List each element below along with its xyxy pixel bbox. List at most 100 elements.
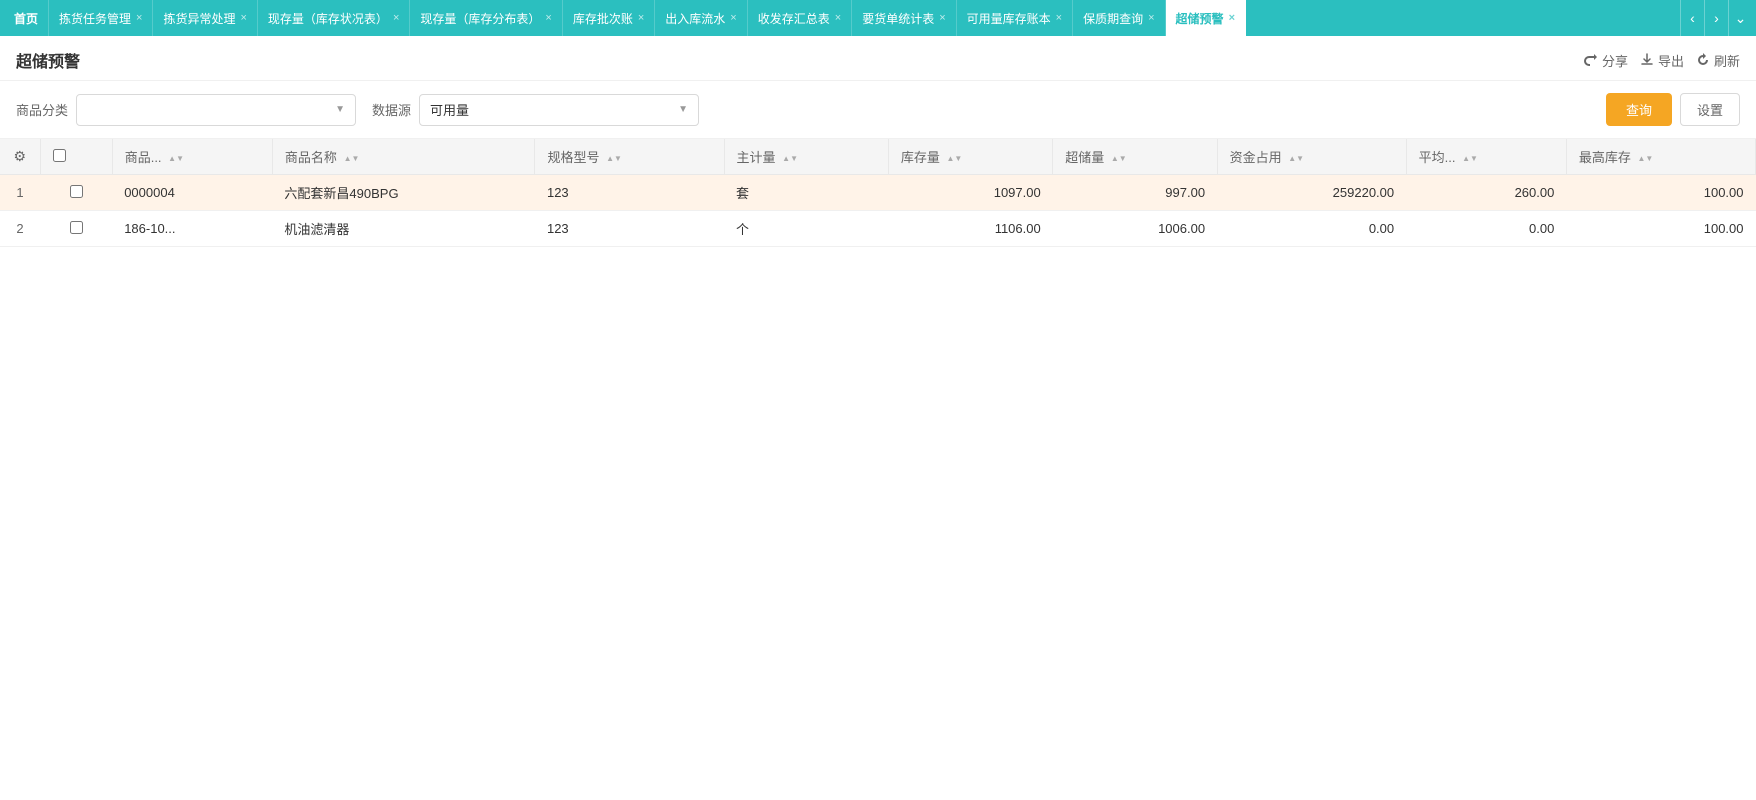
row-over-stock: 1006.00 — [1053, 211, 1217, 247]
row-stock: 1106.00 — [888, 211, 1052, 247]
th-stock: 库存量 ▲▼ — [888, 139, 1052, 175]
query-button[interactable]: 查询 — [1606, 93, 1672, 126]
th-unit-label: 主计量 — [737, 150, 776, 165]
header-actions: 分享 导出 刷新 — [1584, 51, 1740, 70]
sort-product-code-icon[interactable]: ▲▼ — [168, 155, 184, 163]
table-row: 1 0000004 六配套新昌490BPG 123 套 1097.00 997.… — [0, 175, 1756, 211]
nav-tab-8[interactable]: 要货单统计表 × — [852, 0, 956, 36]
nav-tab-9[interactable]: 可用量库存账本 × — [957, 0, 1073, 36]
share-label: 分享 — [1602, 51, 1628, 70]
row-capital: 259220.00 — [1217, 175, 1406, 211]
export-button[interactable]: 导出 — [1640, 51, 1684, 70]
nav-tab-7[interactable]: 收发存汇总表 × — [748, 0, 852, 36]
row-over-stock: 997.00 — [1053, 175, 1217, 211]
table-settings-icon[interactable]: ⚙ — [13, 148, 26, 164]
nav-tab-6-label: 出入库流水 — [665, 10, 725, 27]
th-avg: 平均... ▲▼ — [1406, 139, 1566, 175]
sort-product-name-icon[interactable]: ▲▼ — [344, 155, 360, 163]
nav-tab-9-close[interactable]: × — [1056, 12, 1062, 24]
share-button[interactable]: 分享 — [1584, 51, 1628, 70]
page-container: 超储预警 分享 导出 刷新 商品 — [0, 36, 1756, 800]
sort-avg-icon[interactable]: ▲▼ — [1462, 155, 1478, 163]
row-spec: 123 — [535, 211, 724, 247]
nav-tab-1-label: 拣货任务管理 — [59, 10, 131, 27]
refresh-icon — [1696, 53, 1710, 67]
th-avg-label: 平均... — [1419, 150, 1456, 165]
nav-more-button[interactable]: ⌄ — [1728, 0, 1752, 36]
nav-tab-10[interactable]: 保质期查询 × — [1073, 0, 1165, 36]
nav-tab-6-close[interactable]: × — [730, 12, 736, 24]
row-product-code: 0000004 — [112, 175, 272, 211]
nav-tab-1-close[interactable]: × — [136, 12, 142, 24]
nav-tab-8-label: 要货单统计表 — [862, 10, 934, 27]
share-icon — [1584, 53, 1598, 67]
nav-home-label: 首页 — [14, 10, 38, 27]
nav-tab-4[interactable]: 现存量（库存分布表） × — [410, 0, 562, 36]
row-checkbox-cell[interactable] — [40, 211, 112, 247]
row-checkbox[interactable] — [70, 185, 83, 198]
th-over-stock: 超储量 ▲▼ — [1053, 139, 1217, 175]
datasource-select[interactable]: 可用量 ▼ — [419, 94, 699, 126]
nav-tab-6[interactable]: 出入库流水 × — [655, 0, 747, 36]
sort-max-stock-icon[interactable]: ▲▼ — [1637, 155, 1653, 163]
nav-tab-2-close[interactable]: × — [240, 12, 246, 24]
sort-spec-icon[interactable]: ▲▼ — [606, 155, 622, 163]
category-select-arrow-icon: ▼ — [335, 104, 345, 115]
row-index: 1 — [0, 175, 40, 211]
row-avg: 0.00 — [1406, 211, 1566, 247]
nav-tab-2[interactable]: 拣货异常处理 × — [153, 0, 257, 36]
nav-tab-home[interactable]: 首页 — [4, 0, 49, 36]
nav-tab-9-label: 可用量库存账本 — [967, 10, 1051, 27]
th-unit: 主计量 ▲▼ — [724, 139, 888, 175]
nav-tab-5-close[interactable]: × — [638, 12, 644, 24]
table-container: ⚙ 商品... ▲▼ 商品名称 ▲▼ 规格型号 ▲▼ — [0, 139, 1756, 247]
row-unit: 套 — [724, 175, 888, 211]
row-stock: 1097.00 — [888, 175, 1052, 211]
select-all-checkbox[interactable] — [53, 149, 66, 162]
nav-prev-button[interactable]: ‹ — [1680, 0, 1704, 36]
sort-unit-icon[interactable]: ▲▼ — [782, 155, 798, 163]
row-capital: 0.00 — [1217, 211, 1406, 247]
settings-button[interactable]: 设置 — [1680, 93, 1740, 126]
row-product-name: 六配套新昌490BPG — [272, 175, 535, 211]
refresh-button[interactable]: 刷新 — [1696, 51, 1740, 70]
th-over-stock-label: 超储量 — [1065, 150, 1104, 165]
sort-over-stock-icon[interactable]: ▲▼ — [1111, 155, 1127, 163]
datasource-select-arrow-icon: ▼ — [678, 104, 688, 115]
th-settings: ⚙ — [0, 139, 40, 175]
row-checkbox[interactable] — [70, 221, 83, 234]
th-capital: 资金占用 ▲▼ — [1217, 139, 1406, 175]
nav-tab-8-close[interactable]: × — [939, 12, 945, 24]
nav-tab-1[interactable]: 拣货任务管理 × — [49, 0, 153, 36]
nav-tab-11-close[interactable]: × — [1229, 12, 1235, 24]
table-header-row: ⚙ 商品... ▲▼ 商品名称 ▲▼ 规格型号 ▲▼ — [0, 139, 1756, 175]
th-capital-label: 资金占用 — [1230, 150, 1282, 165]
nav-tab-3-close[interactable]: × — [393, 12, 399, 24]
th-max-stock-label: 最高库存 — [1579, 150, 1631, 165]
th-checkbox — [40, 139, 112, 175]
table-row: 2 186-10... 机油滤清器 123 个 1106.00 1006.00 … — [0, 211, 1756, 247]
filter-area: 商品分类 ▼ 数据源 可用量 ▼ 查询 设置 — [0, 81, 1756, 139]
th-product-code-label: 商品... — [125, 150, 162, 165]
datasource-filter-label: 数据源 — [372, 100, 411, 119]
row-checkbox-cell[interactable] — [40, 175, 112, 211]
nav-tab-3[interactable]: 现存量（库存状况表） × — [258, 0, 410, 36]
nav-tab-11[interactable]: 超储预警 × — [1166, 0, 1246, 36]
nav-tab-4-close[interactable]: × — [545, 12, 551, 24]
th-spec: 规格型号 ▲▼ — [535, 139, 724, 175]
row-unit: 个 — [724, 211, 888, 247]
export-icon — [1640, 53, 1654, 67]
page-title: 超储预警 — [16, 48, 80, 72]
nav-tab-7-close[interactable]: × — [835, 12, 841, 24]
row-max-stock: 100.00 — [1566, 211, 1755, 247]
sort-stock-icon[interactable]: ▲▼ — [947, 155, 963, 163]
row-product-name: 机油滤清器 — [272, 211, 535, 247]
nav-tab-5[interactable]: 库存批次账 × — [563, 0, 655, 36]
nav-tab-10-close[interactable]: × — [1148, 12, 1154, 24]
table-body: 1 0000004 六配套新昌490BPG 123 套 1097.00 997.… — [0, 175, 1756, 247]
category-select[interactable]: ▼ — [76, 94, 356, 126]
sort-capital-icon[interactable]: ▲▼ — [1288, 155, 1304, 163]
datasource-filter-group: 数据源 可用量 ▼ — [372, 94, 699, 126]
nav-next-button[interactable]: › — [1704, 0, 1728, 36]
th-product-code: 商品... ▲▼ — [112, 139, 272, 175]
